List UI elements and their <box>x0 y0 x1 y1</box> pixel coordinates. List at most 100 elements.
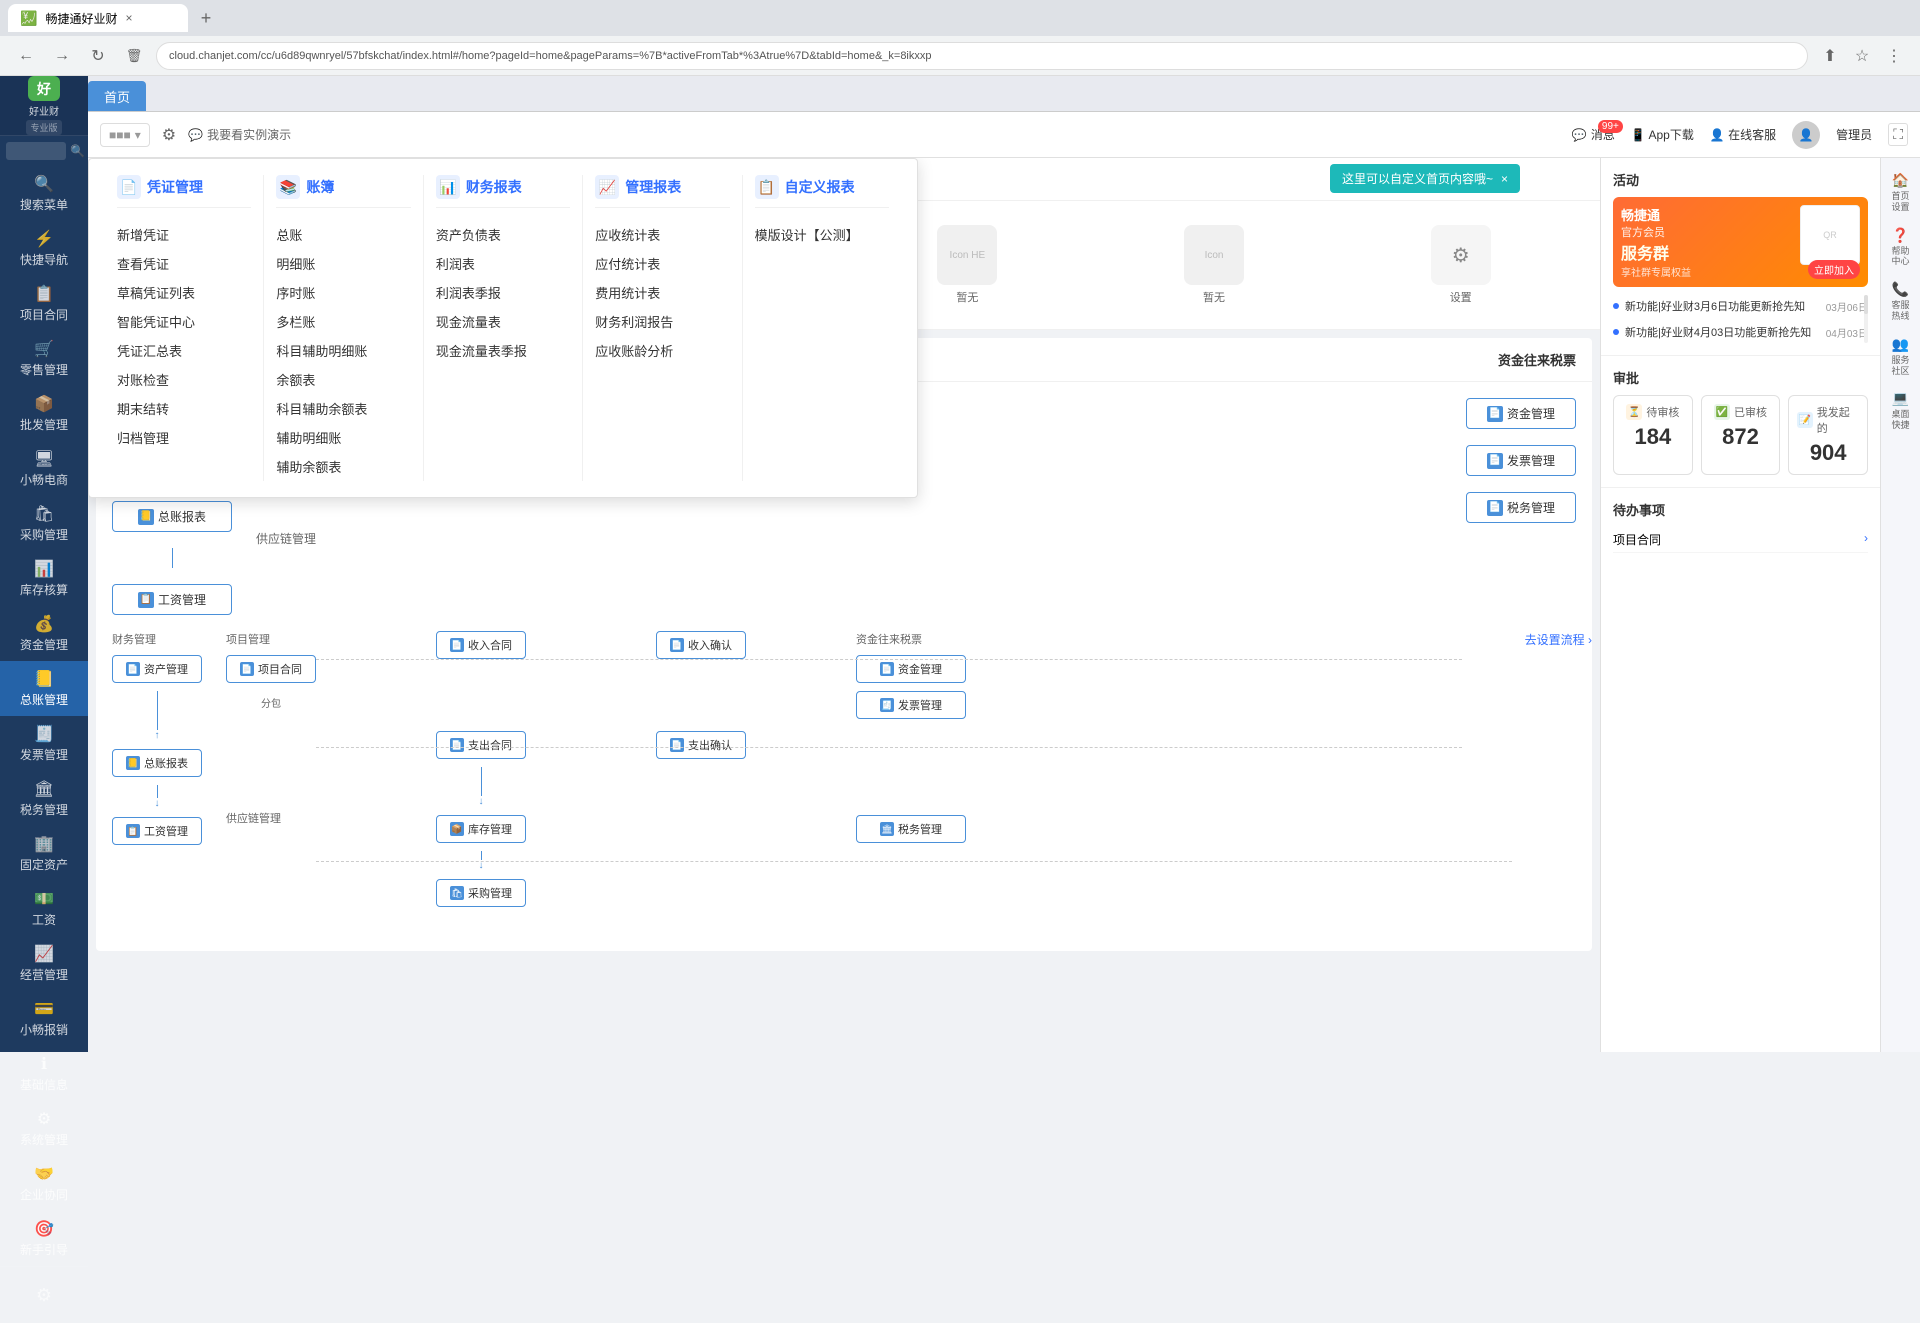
ledger-item-subject-balance[interactable]: 科目辅助余额表 <box>276 394 410 423</box>
sidebar-item-system[interactable]: ⚙ 系统管理 <box>0 1101 88 1156</box>
quick-action-customer-service[interactable]: 📞 客服热线 <box>1883 275 1919 328</box>
sidebar-item-basic-info[interactable]: ℹ 基础信息 <box>0 1046 88 1101</box>
flow-node-salary[interactable]: 📋 工资管理 <box>112 584 232 615</box>
icon-cell-settings[interactable]: ⚙ 设置 <box>1337 217 1584 313</box>
income-confirm-node[interactable]: 📄 收入确认 <box>656 631 746 659</box>
sidebar-item-enterprise[interactable]: 🤝 企业协同 <box>0 1156 88 1211</box>
inventory-mgmt-node[interactable]: 📦 库存管理 <box>436 815 526 843</box>
invoice-mgmt-flow-node[interactable]: 🧾 发票管理 <box>856 691 966 719</box>
top-settings-icon[interactable]: ⚙ <box>162 125 176 145</box>
new-tab-button[interactable]: + <box>192 4 220 32</box>
voucher-item-add[interactable]: 新增凭证 <box>117 220 251 249</box>
flow-node-fund-mgmt[interactable]: 📄 资金管理 <box>1466 398 1576 429</box>
news-item-1[interactable]: 新功能|好业财3月6日功能更新抢先知 03月06日 <box>1613 295 1868 317</box>
approval-card-approved[interactable]: ✅ 已审核 872 <box>1701 395 1781 475</box>
ledger-item-aux-balance[interactable]: 辅助余额表 <box>276 452 410 481</box>
more-button[interactable]: ⋮ <box>1880 42 1908 70</box>
sidebar-item-purchase[interactable]: 🛍 采购管理 <box>0 496 88 551</box>
quick-action-desktop[interactable]: 💻 桌面快捷 <box>1883 384 1919 437</box>
expense-confirm-node[interactable]: 📄 支出确认 <box>656 731 746 759</box>
forward-button[interactable]: → <box>48 42 76 70</box>
sidebar-item-shortcuts[interactable]: ⚡ 快捷导航 <box>0 221 88 276</box>
tab-close-icon[interactable]: × <box>125 11 132 25</box>
voucher-item-period-end[interactable]: 期末结转 <box>117 394 251 423</box>
purchase-mgmt-node[interactable]: 🛍 采购管理 <box>436 879 526 907</box>
address-bar[interactable]: cloud.chanjet.com/cc/u6d89qwnryel/57bfsk… <box>156 42 1808 70</box>
sidebar-gear-button[interactable]: ⚙ <box>0 1275 88 1315</box>
quick-action-home-settings[interactable]: 🏠 首页设置 <box>1883 166 1919 219</box>
cast-button[interactable]: ⬆ <box>1816 42 1844 70</box>
delete-button[interactable]: 🗑 <box>120 42 148 70</box>
ledger-item-subject-detail[interactable]: 科目辅助明细账 <box>276 336 410 365</box>
sidebar-item-retail[interactable]: 🛒 零售管理 <box>0 331 88 386</box>
asset-mgmt-node[interactable]: 📄 资产管理 <box>112 655 202 683</box>
approval-card-my-submit[interactable]: 📝 我发起的 904 <box>1788 395 1868 475</box>
message-button[interactable]: 💬 消息 99+ <box>1572 126 1615 143</box>
voucher-item-reconcile[interactable]: 对账检查 <box>117 365 251 394</box>
online-service-button[interactable]: 👤 在线客服 <box>1710 126 1776 143</box>
refresh-button[interactable]: ↻ <box>84 42 112 70</box>
voucher-item-archive[interactable]: 归档管理 <box>117 423 251 452</box>
total-ledger-node[interactable]: 📒 总账报表 <box>112 749 202 777</box>
ledger-item-chronological[interactable]: 序时账 <box>276 278 410 307</box>
expand-button[interactable]: ⛶ <box>1888 123 1908 146</box>
management-item-profit[interactable]: 财务利润报告 <box>595 307 729 336</box>
voucher-item-summary[interactable]: 凭证汇总表 <box>117 336 251 365</box>
financial-item-cashflow[interactable]: 现金流量表 <box>436 307 570 336</box>
voucher-item-view[interactable]: 查看凭证 <box>117 249 251 278</box>
app-download-button[interactable]: 📱 App下载 <box>1631 126 1694 143</box>
tab-home[interactable]: 首页 <box>88 81 146 111</box>
ledger-item-general[interactable]: 总账 <box>276 220 410 249</box>
activity-banner[interactable]: 畅捷通 官方会员 服务群 享社群专属权益 QR 立即加入 <box>1613 197 1868 287</box>
todo-item-project[interactable]: 项目合同 › <box>1613 527 1868 553</box>
income-contract-node[interactable]: 📄 收入合同 <box>436 631 526 659</box>
management-item-aging[interactable]: 应收账龄分析 <box>595 336 729 365</box>
tax-mgmt-flow-node[interactable]: 🏛 税务管理 <box>856 815 966 843</box>
financial-item-income-quarterly[interactable]: 利润表季报 <box>436 278 570 307</box>
financial-item-balance-sheet[interactable]: 资产负债表 <box>436 220 570 249</box>
sidebar-item-fund[interactable]: 💰 资金管理 <box>0 606 88 661</box>
financial-item-income[interactable]: 利润表 <box>436 249 570 278</box>
sidebar-item-fixed-assets[interactable]: 🏢 固定资产 <box>0 826 88 881</box>
back-button[interactable]: ← <box>12 42 40 70</box>
sidebar-item-inventory[interactable]: 📊 库存核算 <box>0 551 88 606</box>
quick-action-help[interactable]: ❓ 帮助中心 <box>1883 221 1919 274</box>
sidebar-item-operations[interactable]: 📈 经营管理 <box>0 936 88 991</box>
browser-tab[interactable]: 💹 畅捷通好业财 × <box>8 4 188 32</box>
financial-item-cashflow-quarterly[interactable]: 现金流量表季报 <box>436 336 570 365</box>
flow-node-invoice-mgmt[interactable]: 📄 发票管理 <box>1466 445 1576 476</box>
management-item-expense[interactable]: 费用统计表 <box>595 278 729 307</box>
news-item-2[interactable]: 新功能|好业财4月03日功能更新抢先知 04月03日 <box>1613 321 1868 343</box>
demo-link[interactable]: 💬 我要看实例演示 <box>188 126 291 143</box>
ledger-item-detail[interactable]: 明细账 <box>276 249 410 278</box>
voucher-item-smart[interactable]: 智能凭证中心 <box>117 307 251 336</box>
company-selector[interactable]: ■■■ ▾ <box>100 123 150 147</box>
salary-mgmt-node[interactable]: 📋 工资管理 <box>112 817 202 845</box>
sidebar-item-accounting[interactable]: 📒 总账管理 <box>0 661 88 716</box>
sidebar-item-wholesale[interactable]: 📦 批发管理 <box>0 386 88 441</box>
avatar[interactable]: 👤 <box>1792 121 1820 149</box>
expense-contract-node[interactable]: 📄 支出合同 <box>436 731 526 759</box>
ledger-item-multi[interactable]: 多栏账 <box>276 307 410 336</box>
ledger-item-aux-detail[interactable]: 辅助明细账 <box>276 423 410 452</box>
sidebar-item-project[interactable]: 📋 项目合同 <box>0 276 88 331</box>
sidebar-item-invoice[interactable]: 🧾 发票管理 <box>0 716 88 771</box>
sidebar-item-newcomer[interactable]: 🎯 新手引导 <box>0 1211 88 1266</box>
sidebar-item-search-menu[interactable]: 🔍 搜索菜单 <box>0 166 88 221</box>
setup-flow-link[interactable]: 去设置流程 › <box>1525 631 1592 648</box>
sidebar-item-ecommerce[interactable]: 🖥 小畅电商 <box>0 441 88 496</box>
sidebar-item-marketing[interactable]: 💳 小畅报销 <box>0 991 88 1046</box>
management-item-payable[interactable]: 应付统计表 <box>595 249 729 278</box>
proj-contract-node[interactable]: 📄 项目合同 <box>226 655 316 683</box>
icon-cell-4[interactable]: Icon 暂无 <box>1091 217 1338 313</box>
management-item-receivable[interactable]: 应收统计表 <box>595 220 729 249</box>
voucher-item-draft[interactable]: 草稿凭证列表 <box>117 278 251 307</box>
ledger-item-balance[interactable]: 余额表 <box>276 365 410 394</box>
customize-button[interactable]: 这里可以自定义首页内容哦~ × <box>1330 164 1520 193</box>
custom-item-template[interactable]: 模版设计【公测】 <box>755 220 889 249</box>
settings-icon[interactable]: ⚙ <box>89 143 102 160</box>
flow-node-tax-mgmt[interactable]: 📄 税务管理 <box>1466 492 1576 523</box>
dropdown-menu[interactable]: 📄 凭证管理 新增凭证 查看凭证 草稿凭证列表 智能凭证中心 凭证汇总表 对账检… <box>88 158 918 498</box>
sidebar-search-input[interactable] <box>6 142 66 160</box>
approval-card-pending[interactable]: ⏳ 待审核 184 <box>1613 395 1693 475</box>
